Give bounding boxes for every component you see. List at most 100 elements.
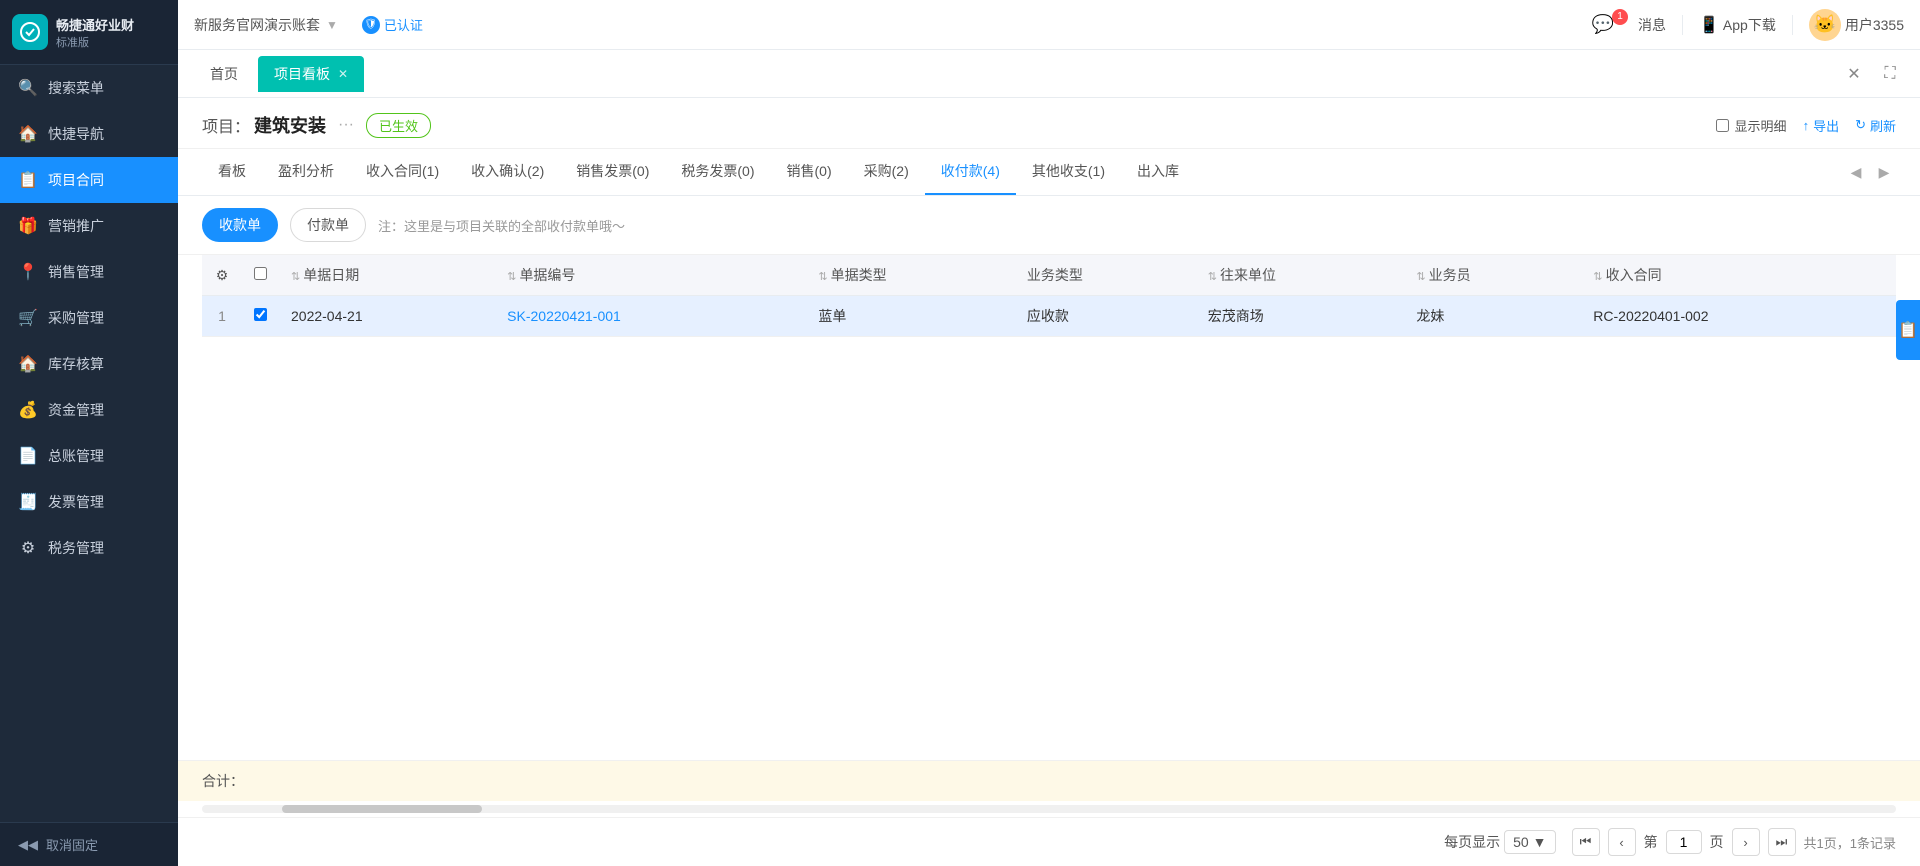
checkbox-col-header[interactable] (242, 255, 279, 296)
more-options-button[interactable]: ··· (338, 116, 354, 134)
settings-col-header[interactable]: ⚙ (202, 255, 242, 296)
first-page-button[interactable]: ⏮ (1572, 828, 1600, 856)
shield-icon: 🛡 (362, 16, 380, 34)
cancel-fixed-button[interactable]: ◀◀ 取消固定 (0, 822, 178, 866)
sidebar-item-sales[interactable]: 📍 销售管理 (0, 249, 178, 295)
type-col-header[interactable]: 单据类型 (806, 255, 1015, 296)
pagination: 每页显示 50 ▼ ⏮ ‹ 第 1 页 › ⏭ 共1页，1条记录 (178, 817, 1920, 866)
panel-icon: 📋 (1898, 320, 1918, 340)
subtab-sales[interactable]: 销售(0) (771, 149, 848, 195)
subtab-other-expense[interactable]: 其他收支(1) (1016, 149, 1121, 195)
sidebar-item-contract[interactable]: 📋 项目合同 (0, 157, 178, 203)
sidebar-menu: 🔍 搜索菜单 🏠 快捷导航 📋 项目合同 🎁 营销推广 📍 销售管理 🛒 采购管… (0, 65, 178, 822)
subtab-warehouse[interactable]: 出入库 (1121, 149, 1195, 195)
finance-icon: 💰 (18, 400, 38, 420)
sidebar-item-inventory[interactable]: 🏠 库存核算 (0, 341, 178, 387)
window-maximize-button[interactable]: ⛶ (1876, 60, 1904, 88)
window-close-button[interactable]: ✕ (1840, 60, 1868, 88)
main-area: 新服务官网演示账套 ▼ 🛡 已认证 💬 1 消息 📱 App下载 🐱 用 (178, 0, 1920, 866)
page-size-selector[interactable]: 每页显示 50 ▼ (1444, 830, 1555, 854)
subtab-tax-invoice[interactable]: 税务发票(0) (665, 149, 770, 195)
contract-icon: 📋 (18, 170, 38, 190)
page-number-input[interactable]: 1 (1666, 830, 1702, 854)
subtab-board[interactable]: 看板 (202, 149, 262, 195)
total-pages-info: 共1页，1条记录 (1804, 833, 1896, 852)
topbar: 新服务官网演示账套 ▼ 🛡 已认证 💬 1 消息 📱 App下载 🐱 用 (178, 0, 1920, 50)
status-badge: 已生效 (366, 113, 431, 138)
record-link[interactable]: SK-20220421-001 (507, 308, 621, 324)
subtab-receipt[interactable]: 收付款(4) (925, 149, 1016, 195)
app-download-button[interactable]: 📱 App下载 (1699, 15, 1776, 35)
sidebar-item-quicknav[interactable]: 🏠 快捷导航 (0, 111, 178, 157)
sidebar-item-invoice[interactable]: 🧾 发票管理 (0, 479, 178, 525)
tabbar: 首页 项目看板 ✕ ✕ ⛶ (178, 50, 1920, 98)
subtab-income-confirm[interactable]: 收入确认(2) (455, 149, 560, 195)
horizontal-scrollbar[interactable] (178, 801, 1920, 817)
notification-badge: 1 (1612, 9, 1628, 25)
income-contract-col-header[interactable]: 收入合同 (1581, 255, 1896, 296)
settings-icon[interactable]: ⚙ (216, 267, 229, 283)
sidebar-item-label: 搜索菜单 (48, 78, 104, 98)
tab-project-board[interactable]: 项目看板 ✕ (258, 56, 364, 92)
data-table: ⚙ 单据日期 单据编号 单据类型 业务类型 往来单位 业务员 收入合同 (202, 255, 1896, 337)
chevron-down-icon: ▼ (326, 18, 338, 32)
sidebar-item-label: 营销推广 (48, 216, 104, 236)
subtab-purchase[interactable]: 采购(2) (848, 149, 925, 195)
show-detail-input[interactable] (1716, 119, 1729, 132)
tab-home[interactable]: 首页 (194, 56, 254, 92)
row-partner: 宏茂商场 (1196, 296, 1405, 337)
row-income-contract: RC-20220401-002 (1581, 296, 1896, 337)
partner-col-header[interactable]: 往来单位 (1196, 255, 1405, 296)
marketing-icon: 🎁 (18, 216, 38, 236)
payment-filter-button[interactable]: 付款单 (290, 208, 366, 242)
sidebar-item-label: 税务管理 (48, 538, 104, 558)
table-header-row: ⚙ 单据日期 单据编号 单据类型 业务类型 往来单位 业务员 收入合同 (202, 255, 1896, 296)
invoice-icon: 🧾 (18, 492, 38, 512)
sidebar-item-marketing[interactable]: 🎁 营销推广 (0, 203, 178, 249)
tab-close-icon[interactable]: ✕ (338, 67, 348, 81)
sidebar-item-label: 总账管理 (48, 446, 104, 466)
divider (1682, 15, 1683, 35)
subtabs-prev[interactable]: ◀ (1844, 160, 1868, 184)
select-all-checkbox[interactable] (254, 267, 267, 280)
sidebar-item-tax[interactable]: ⚙ 税务管理 (0, 525, 178, 571)
sidebar-item-search[interactable]: 🔍 搜索菜单 (0, 65, 178, 111)
next-page-button[interactable]: › (1732, 828, 1760, 856)
sidebar-item-ledger[interactable]: 📄 总账管理 (0, 433, 178, 479)
row-type: 蓝单 (806, 296, 1015, 337)
date-col-header[interactable]: 单据日期 (279, 255, 495, 296)
prev-page-button[interactable]: ‹ (1608, 828, 1636, 856)
subtab-profit[interactable]: 盈利分析 (262, 149, 350, 195)
export-button[interactable]: ↑ 导出 (1803, 116, 1840, 135)
row-biz-type: 应收款 (1015, 296, 1196, 337)
row-checkbox[interactable] (254, 308, 267, 321)
user-menu[interactable]: 🐱 用户3355 (1809, 9, 1904, 41)
total-row: 合计： (178, 760, 1920, 801)
number-col-header[interactable]: 单据编号 (495, 255, 806, 296)
data-table-wrapper: ⚙ 单据日期 单据编号 单据类型 业务类型 往来单位 业务员 收入合同 (178, 255, 1920, 760)
row-checkbox-cell[interactable] (242, 296, 279, 337)
last-page-button[interactable]: ⏭ (1768, 828, 1796, 856)
refresh-button[interactable]: ↻ 刷新 (1855, 116, 1896, 135)
table-row[interactable]: 1 2022-04-21 SK-20220421-001 蓝单 应收款 宏茂商场… (202, 296, 1896, 337)
subtab-income-contract[interactable]: 收入合同(1) (350, 149, 455, 195)
account-selector[interactable]: 新服务官网演示账套 ▼ (194, 15, 338, 35)
search-icon: 🔍 (18, 78, 38, 98)
messages-button[interactable]: 💬 1 消息 (1592, 14, 1666, 35)
scrollbar-thumb[interactable] (282, 805, 482, 813)
avatar: 🐱 (1809, 9, 1841, 41)
page-size-dropdown[interactable]: 50 ▼ (1504, 830, 1555, 854)
salesman-col-header[interactable]: 业务员 (1404, 255, 1581, 296)
subtabs-next[interactable]: ▶ (1872, 160, 1896, 184)
subtab-sales-invoice[interactable]: 销售发票(0) (560, 149, 665, 195)
app-version: 标准版 (56, 34, 134, 50)
sidebar-item-purchase[interactable]: 🛒 采购管理 (0, 295, 178, 341)
show-detail-checkbox[interactable]: 显示明细 (1716, 116, 1787, 135)
sidebar-item-label: 销售管理 (48, 262, 104, 282)
sidebar-item-finance[interactable]: 💰 资金管理 (0, 387, 178, 433)
content-area: 项目： 建筑安装 ··· 已生效 显示明细 ↑ 导出 ↻ 刷新 (178, 98, 1920, 866)
app-name: 畅捷通好业财 (56, 15, 134, 34)
receipt-filter-button[interactable]: 收款单 (202, 208, 278, 242)
export-icon: ↑ (1803, 118, 1810, 133)
right-panel-toggle[interactable]: 📋 (1896, 300, 1920, 360)
